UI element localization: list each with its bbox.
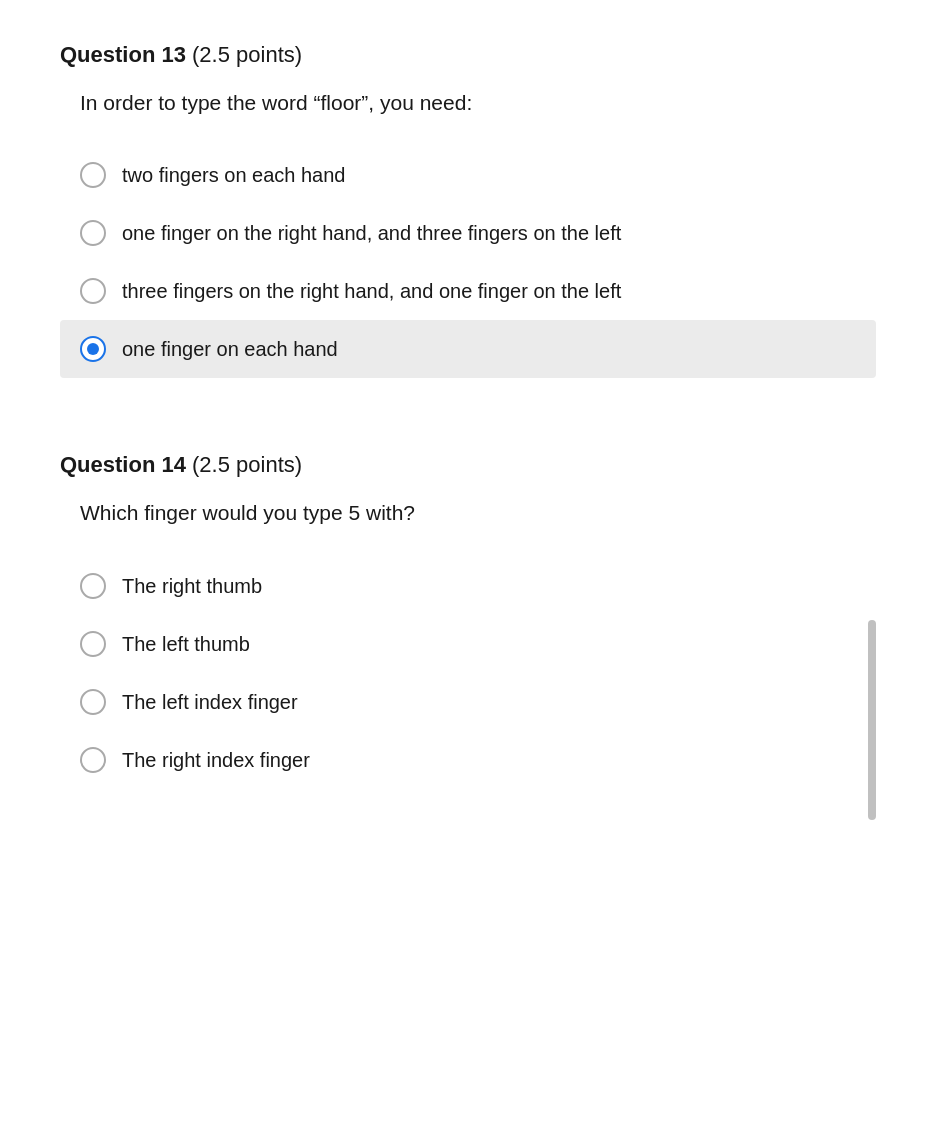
option-item-q13_a[interactable]: two fingers on each hand [60, 146, 876, 204]
option-item-q13_b[interactable]: one finger on the right hand, and three … [60, 204, 876, 262]
option-item-q13_c[interactable]: three fingers on the right hand, and one… [60, 262, 876, 320]
option-text-q13_c: three fingers on the right hand, and one… [122, 276, 621, 306]
option-text-q13_d: one finger on each hand [122, 334, 338, 364]
option-text-q14_c: The left index finger [122, 687, 298, 717]
radio-circle-q14_b[interactable] [80, 631, 106, 657]
option-text-q13_b: one finger on the right hand, and three … [122, 218, 621, 248]
radio-circle-q13_d[interactable] [80, 336, 106, 362]
radio-circle-q14_c[interactable] [80, 689, 106, 715]
page-container: Question 13 (2.5 points) In order to type… [60, 40, 876, 789]
questions-container: Question 13 (2.5 points) In order to type… [60, 40, 876, 789]
divider [60, 378, 876, 410]
scrollbar[interactable] [868, 620, 876, 820]
option-text-q14_d: The right index finger [122, 745, 310, 775]
question-prompt-q14: Which finger would you type 5 with? [80, 497, 876, 529]
options-list-q14: The right thumb The left thumb The left in… [60, 557, 876, 789]
question-prompt-q13: In order to type the word “floor”, you n… [80, 87, 876, 119]
question-title-q14: Question 14 (2.5 points) [60, 450, 876, 481]
radio-inner-q13_d [87, 343, 99, 355]
option-item-q14_b[interactable]: The left thumb [60, 615, 876, 673]
option-item-q14_a[interactable]: The right thumb [60, 557, 876, 615]
option-text-q14_a: The right thumb [122, 571, 262, 601]
option-item-q14_c[interactable]: The left index finger [60, 673, 876, 731]
option-text-q13_a: two fingers on each hand [122, 160, 346, 190]
radio-circle-q13_b[interactable] [80, 220, 106, 246]
question-title-q13: Question 13 (2.5 points) [60, 40, 876, 71]
radio-circle-q14_d[interactable] [80, 747, 106, 773]
radio-circle-q13_c[interactable] [80, 278, 106, 304]
question-block-q14: Question 14 (2.5 points) Which finger wou… [60, 450, 876, 788]
option-item-q13_d[interactable]: one finger on each hand [60, 320, 876, 378]
options-list-q13: two fingers on each hand one finger on th… [60, 146, 876, 378]
radio-circle-q13_a[interactable] [80, 162, 106, 188]
radio-circle-q14_a[interactable] [80, 573, 106, 599]
option-text-q14_b: The left thumb [122, 629, 250, 659]
option-item-q14_d[interactable]: The right index finger [60, 731, 876, 789]
question-block-q13: Question 13 (2.5 points) In order to type… [60, 40, 876, 410]
